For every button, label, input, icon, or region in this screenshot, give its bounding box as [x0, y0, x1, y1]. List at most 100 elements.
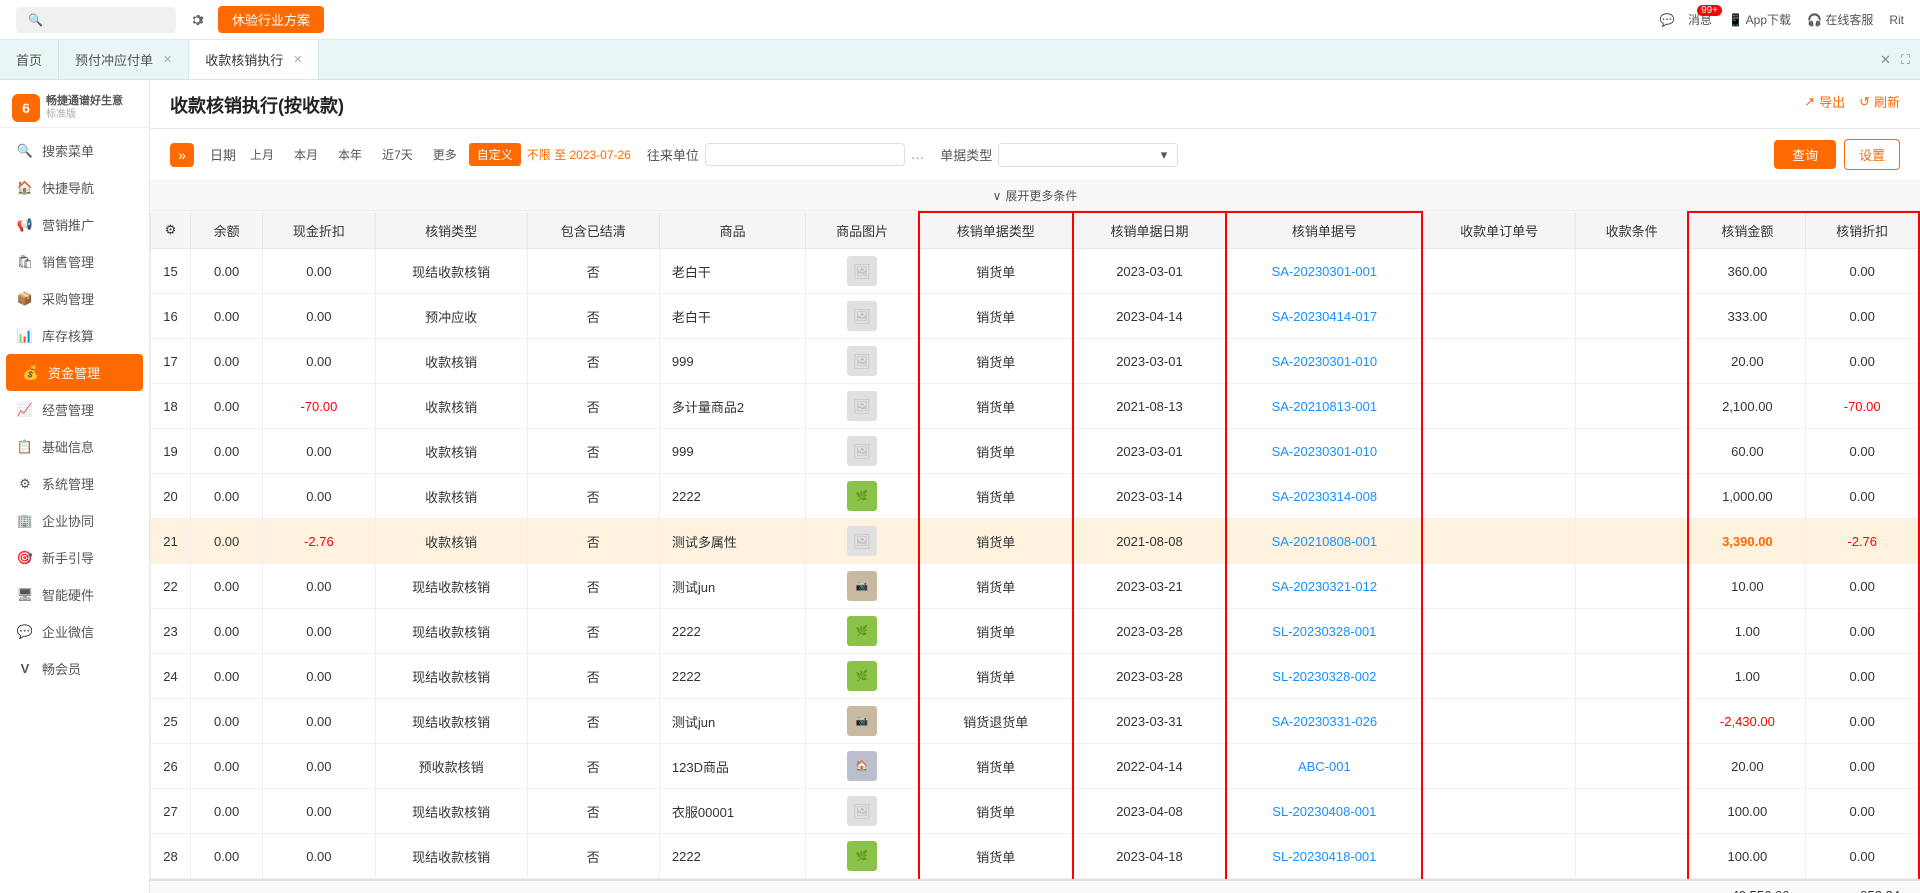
col-header-hs-bill-date[interactable]: 核销单据日期	[1073, 212, 1227, 249]
date-btn-custom[interactable]: 自定义	[469, 143, 521, 166]
sidebar-item-search[interactable]: 🔍 搜索菜单	[0, 132, 149, 169]
col-header-cash-discount[interactable]: 现金折扣	[263, 212, 375, 249]
expand-more-button[interactable]: ∨ 展开更多条件	[993, 187, 1078, 204]
col-header-hs-bill-type[interactable]: 核销单据类型	[919, 212, 1073, 249]
settings-col-icon[interactable]: ⚙	[165, 222, 177, 237]
filter-settings-button[interactable]: 设置	[1844, 139, 1900, 170]
hs-bill-no-link[interactable]: SA-20210813-001	[1272, 399, 1378, 414]
date-btn-7days[interactable]: 近7天	[374, 143, 421, 166]
sidebar-item-purchase[interactable]: 📦 采购管理	[0, 280, 149, 317]
footer-total-discount: 952.24	[1860, 888, 1900, 893]
date-btn-this-month[interactable]: 本月	[286, 143, 326, 166]
cell-receipt-order-no	[1422, 789, 1575, 834]
cell-include-settled: 否	[527, 564, 659, 609]
query-button[interactable]: 查询	[1774, 140, 1836, 169]
table-row: 17 0.00 0.00 收款核销 否 999 🖼 销货单 2023-03-01…	[151, 339, 1920, 384]
industry-solution-button[interactable]: 休验行业方案	[218, 6, 324, 33]
sidebar-item-inventory[interactable]: 📊 库存核算	[0, 317, 149, 354]
content-area: 收款核销执行(按收款) ↗ 导出 ↺ 刷新 » 日期 上月 本月 本	[150, 80, 1920, 893]
top-search-box[interactable]: 🔍	[16, 7, 176, 33]
hs-bill-no-link[interactable]: SL-20230328-002	[1272, 669, 1376, 684]
col-header-hs-bill-no[interactable]: 核销单据号	[1226, 212, 1422, 249]
refresh-button[interactable]: ↺ 刷新	[1859, 92, 1900, 111]
user-name[interactable]: Rit	[1889, 13, 1904, 27]
type-filter-select[interactable]: ▾	[998, 143, 1178, 167]
sidebar-item-member[interactable]: V 畅会员	[0, 650, 149, 687]
hs-bill-no-link[interactable]: SA-20230321-012	[1272, 579, 1378, 594]
col-header-verify-type[interactable]: 核销类型	[375, 212, 527, 249]
cell-seq: 23	[151, 609, 191, 654]
type-select-chevron-icon: ▾	[1161, 147, 1168, 163]
cell-goods-img: 🌿	[806, 474, 919, 519]
sidebar-item-finance[interactable]: 💰 资金管理	[6, 354, 143, 391]
col-header-hs-amount[interactable]: 核销金额	[1688, 212, 1806, 249]
cell-include-settled: 否	[527, 699, 659, 744]
sidebar-item-system[interactable]: ⚙ 系统管理	[0, 465, 149, 502]
hs-bill-no-link[interactable]: SA-20230331-026	[1272, 714, 1378, 729]
unit-filter-input[interactable]	[705, 143, 905, 166]
cell-receipt-condition	[1575, 564, 1688, 609]
cell-receipt-condition	[1575, 654, 1688, 699]
sidebar-item-hardware[interactable]: 🖥 智能硬件	[0, 576, 149, 613]
cell-cash-discount: 0.00	[263, 789, 375, 834]
col-header-goods[interactable]: 商品	[659, 212, 805, 249]
tab-prepay[interactable]: 预付冲应付单 ✕	[59, 40, 189, 79]
tab-maximize-icon[interactable]: ⛶	[1901, 52, 1910, 68]
logo-sub: 标准版	[46, 108, 123, 121]
app-download-link[interactable]: 📱 App下载	[1728, 11, 1791, 28]
logo-text: 畅捷通谱好生意 标准版	[46, 94, 123, 121]
tab-close-icon[interactable]: ✕	[1880, 52, 1891, 68]
col-header-balance[interactable]: 余额	[191, 212, 263, 249]
sidebar-item-guide[interactable]: 🎯 新手引导	[0, 539, 149, 576]
col-header-receipt-order-no[interactable]: 收款单订单号	[1422, 212, 1575, 249]
cell-hs-discount: -2.76	[1806, 519, 1919, 564]
tab-home[interactable]: 首页	[0, 40, 59, 79]
sidebar-item-wechat[interactable]: 💬 企业微信	[0, 613, 149, 650]
date-btn-more[interactable]: 更多	[425, 143, 465, 166]
date-btn-last-month[interactable]: 上月	[242, 143, 282, 166]
tab-collection[interactable]: 收款核销执行 ✕	[189, 40, 319, 79]
date-btn-this-year[interactable]: 本年	[330, 143, 370, 166]
hs-bill-no-link[interactable]: SA-20230301-010	[1272, 444, 1378, 459]
filter-date-group: 日期 上月 本月 本年 近7天 更多 自定义 不限 至 2023-07-26	[210, 143, 631, 166]
col-header-seq[interactable]: ⚙	[151, 212, 191, 249]
col-header-hs-discount[interactable]: 核销折扣	[1806, 212, 1919, 249]
sidebar-item-operations[interactable]: 📈 经营管理	[0, 391, 149, 428]
data-table-container[interactable]: ⚙ 余额 现金折扣 核销类型 包含已结清 商品 商品图片 核销单据类型 核销单据…	[150, 211, 1920, 893]
col-header-include-settled[interactable]: 包含已结清	[527, 212, 659, 249]
settings-gear-icon[interactable]	[184, 7, 210, 33]
cell-hs-discount: -70.00	[1806, 384, 1919, 429]
hs-bill-no-link[interactable]: SA-20230301-010	[1272, 354, 1378, 369]
cell-verify-type: 现结收款核销	[375, 249, 527, 294]
online-service-link[interactable]: 🎧 在线客服	[1807, 11, 1873, 28]
sidebar-item-marketing[interactable]: 📢 营销推广	[0, 206, 149, 243]
hs-bill-no-link[interactable]: SL-20230418-001	[1272, 849, 1376, 864]
tab-collection-close[interactable]: ✕	[293, 53, 302, 66]
sidebar-item-sales[interactable]: 🛍 销售管理	[0, 243, 149, 280]
cell-goods: 2222	[659, 474, 805, 519]
table-row: 18 0.00 -70.00 收款核销 否 多计量商品2 🖼 销货单 2021-…	[151, 384, 1920, 429]
hs-bill-no-link[interactable]: SL-20230328-001	[1272, 624, 1376, 639]
cell-cash-discount: 0.00	[263, 474, 375, 519]
tab-prepay-close[interactable]: ✕	[163, 53, 172, 66]
hs-bill-no-link[interactable]: SA-20210808-001	[1272, 534, 1378, 549]
col-header-goods-img[interactable]: 商品图片	[806, 212, 919, 249]
export-button[interactable]: ↗ 导出	[1804, 92, 1845, 111]
sidebar-item-shortcut[interactable]: 🏠 快捷导航	[0, 169, 149, 206]
sidebar-item-basic[interactable]: 📋 基础信息	[0, 428, 149, 465]
hs-bill-no-link[interactable]: SA-20230314-008	[1272, 489, 1378, 504]
hs-bill-no-link[interactable]: SA-20230301-001	[1272, 264, 1378, 279]
filter-expand-button[interactable]: »	[170, 143, 194, 167]
hs-bill-no-link[interactable]: ABC-001	[1298, 759, 1351, 774]
goods-image-building: 🏠	[847, 751, 877, 781]
col-header-receipt-condition[interactable]: 收款条件	[1575, 212, 1688, 249]
cell-hs-bill-type: 销货单	[919, 294, 1073, 339]
hs-bill-no-link[interactable]: SA-20230414-017	[1272, 309, 1378, 324]
sidebar-item-enterprise[interactable]: 🏢 企业协同	[0, 502, 149, 539]
message-icon: 💬	[1660, 13, 1675, 27]
date-filter-label: 日期	[210, 145, 236, 164]
hs-bill-no-link[interactable]: SL-20230408-001	[1272, 804, 1376, 819]
message-badge[interactable]: 💬 99+ 消息	[1660, 11, 1712, 28]
filter-unit-group: 往来单位 ...	[647, 143, 924, 166]
goods-image-default: 🖼	[847, 256, 877, 286]
